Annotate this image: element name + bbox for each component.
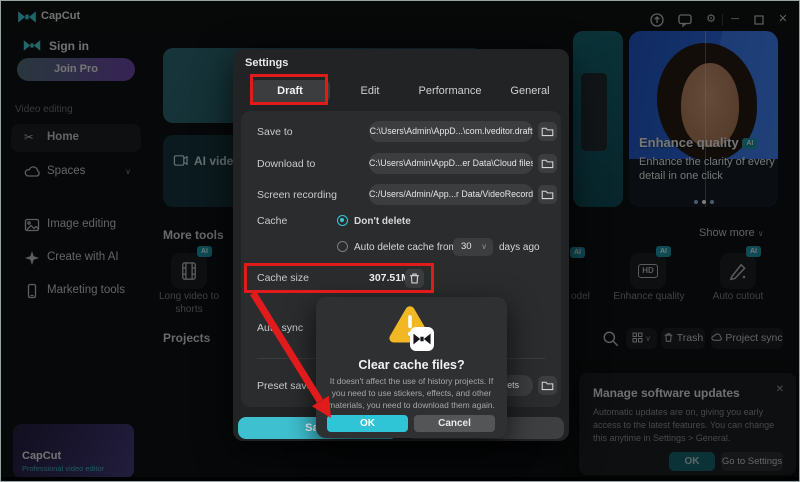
save-to-label: Save to <box>257 126 293 138</box>
auto-delete-label: Auto delete cache from <box>354 242 457 253</box>
settings-dialog-title: Settings <box>245 57 289 69</box>
chevron-down-icon: ∨ <box>481 242 488 251</box>
days-value: 30 <box>461 241 472 252</box>
clear-cache-title: Clear cache files? <box>358 358 465 372</box>
cache-label: Cache <box>257 215 288 227</box>
download-to-browse-button[interactable] <box>538 154 557 173</box>
clear-cache-body: It doesn't affect the use of history pro… <box>328 376 495 410</box>
clear-cache-ok-button[interactable]: OK <box>327 415 408 432</box>
screen-recording-label: Screen recording <box>257 189 337 201</box>
folder-icon <box>541 127 554 137</box>
clear-cache-cancel-button[interactable]: Cancel <box>414 415 495 432</box>
radio-auto-delete[interactable] <box>337 241 348 252</box>
dont-delete-label: Don't delete <box>354 216 411 227</box>
clear-cache-button[interactable] <box>405 269 424 288</box>
preset-save-path-browse-button[interactable] <box>538 376 557 395</box>
tab-edit[interactable]: Edit <box>330 80 410 102</box>
days-ago-label: days ago <box>499 242 540 253</box>
screen-recording-path-field[interactable]: C:/Users/Admin/App...r Data/VideoRecord <box>369 184 533 205</box>
clear-cache-dialog: Clear cache files? It doesn't affect the… <box>316 297 507 438</box>
radio-dont-delete[interactable] <box>337 215 348 226</box>
days-dropdown[interactable]: 30 ∨ <box>453 238 493 256</box>
folder-icon <box>541 381 554 391</box>
auto-sync-label: Auto sync <box>257 322 304 334</box>
tab-draft[interactable]: Draft <box>250 80 330 102</box>
download-to-label: Download to <box>257 158 316 170</box>
save-to-path-field[interactable]: C:\Users\Admin\AppD...\com.lveditor.draf… <box>369 121 533 142</box>
download-to-path-field[interactable]: C:\Users\Admin\AppD...er Data\Cloud file… <box>369 153 533 174</box>
cache-size-label: Cache size <box>257 272 309 284</box>
trash-icon <box>410 273 419 284</box>
capcut-badge-icon <box>410 327 434 351</box>
capcut-window: CapCut ⚙ ─ ✕ Sign in Join Pro Video edit… <box>0 0 800 482</box>
screen-recording-browse-button[interactable] <box>538 185 557 204</box>
tab-performance[interactable]: Performance <box>410 80 490 102</box>
folder-icon <box>541 190 554 200</box>
folder-icon <box>541 159 554 169</box>
tab-general[interactable]: General <box>490 80 570 102</box>
save-to-browse-button[interactable] <box>538 122 557 141</box>
settings-tabs: Draft Edit Performance General <box>250 80 570 102</box>
